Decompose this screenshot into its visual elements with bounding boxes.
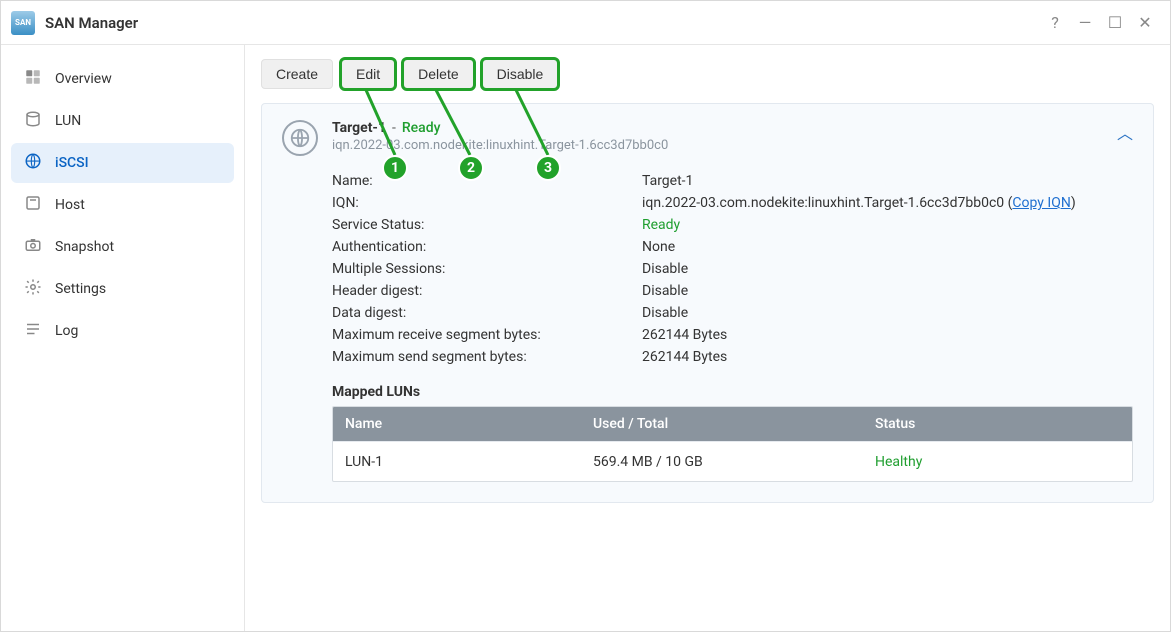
callout-3: 3 [535, 155, 561, 181]
create-button[interactable]: Create [261, 59, 333, 89]
target-status: Ready [402, 120, 441, 136]
label-auth: Authentication: [332, 239, 642, 255]
callout-1: 1 [382, 155, 408, 181]
label-multi: Multiple Sessions: [332, 261, 642, 277]
sidebar-item-host[interactable]: Host [11, 185, 234, 225]
sidebar-item-overview[interactable]: Overview [11, 59, 234, 99]
close-button[interactable]: ✕ [1130, 8, 1160, 38]
app-icon: SAN [11, 11, 35, 35]
log-icon [23, 320, 43, 342]
sidebar-item-lun[interactable]: LUN [11, 101, 234, 141]
table-row[interactable]: LUN-1 569.4 MB / 10 GB Healthy [333, 441, 1132, 481]
lun-name: LUN-1 [333, 454, 593, 470]
sidebar-item-log[interactable]: Log [11, 311, 234, 351]
edit-button[interactable]: Edit [341, 59, 395, 89]
collapse-icon[interactable]: ︿ [1117, 120, 1133, 144]
delete-button[interactable]: Delete [403, 59, 473, 89]
minimize-button[interactable]: — [1070, 8, 1100, 38]
sidebar-item-label: iSCSI [55, 155, 89, 171]
sidebar-item-label: Host [55, 197, 85, 213]
col-header-status: Status [863, 416, 1132, 432]
col-header-name: Name [333, 416, 593, 432]
label-service-status: Service Status: [332, 217, 642, 233]
sidebar-item-settings[interactable]: Settings [11, 269, 234, 309]
sidebar-item-label: Snapshot [55, 239, 114, 255]
globe-icon [282, 120, 318, 156]
value-iqn: iqn.2022-03.com.nodekite:linuxhint.Targe… [642, 195, 1076, 211]
value-name: Target-1 [642, 173, 693, 189]
snapshot-icon [23, 236, 43, 258]
sidebar-item-label: Settings [55, 281, 106, 297]
sidebar-item-label: LUN [55, 113, 81, 129]
gear-icon [23, 278, 43, 300]
sidebar-item-label: Overview [55, 71, 112, 87]
value-multi: Disable [642, 261, 688, 277]
overview-icon [23, 68, 43, 90]
label-max-send: Maximum send segment bytes: [332, 349, 642, 365]
value-max-recv: 262144 Bytes [642, 327, 727, 343]
col-header-used: Used / Total [593, 416, 863, 432]
label-iqn: IQN: [332, 195, 642, 211]
value-header-digest: Disable [642, 283, 688, 299]
lun-icon [23, 110, 43, 132]
lun-used: 569.4 MB / 10 GB [593, 454, 863, 470]
app-title: SAN Manager [45, 14, 138, 32]
callout-2: 2 [458, 155, 484, 181]
value-auth: None [642, 239, 675, 255]
label-max-recv: Maximum receive segment bytes: [332, 327, 642, 343]
value-data-digest: Disable [642, 305, 688, 321]
label-header-digest: Header digest: [332, 283, 642, 299]
value-service-status: Ready [642, 217, 680, 233]
mapped-luns-title: Mapped LUNs [332, 384, 1133, 400]
lun-status: Healthy [863, 454, 1132, 470]
host-icon [23, 194, 43, 216]
sidebar-item-snapshot[interactable]: Snapshot [11, 227, 234, 267]
sidebar-item-iscsi[interactable]: iSCSI [11, 143, 234, 183]
label-name: Name: [332, 173, 642, 189]
target-iqn-sub: iqn.2022-03.com.nodekite:linuxhint.Targe… [332, 138, 668, 153]
disable-button[interactable]: Disable [482, 59, 559, 89]
target-title: Target-1 [332, 120, 386, 136]
maximize-button[interactable]: ☐ [1100, 8, 1130, 38]
iscsi-icon [23, 152, 43, 174]
label-data-digest: Data digest: [332, 305, 642, 321]
help-button[interactable]: ? [1040, 8, 1070, 38]
mapped-luns-table: Name Used / Total Status LUN-1 569.4 MB … [332, 406, 1133, 482]
value-max-send: 262144 Bytes [642, 349, 727, 365]
sidebar-item-label: Log [55, 323, 78, 339]
copy-iqn-link[interactable]: Copy IQN [1012, 195, 1070, 211]
